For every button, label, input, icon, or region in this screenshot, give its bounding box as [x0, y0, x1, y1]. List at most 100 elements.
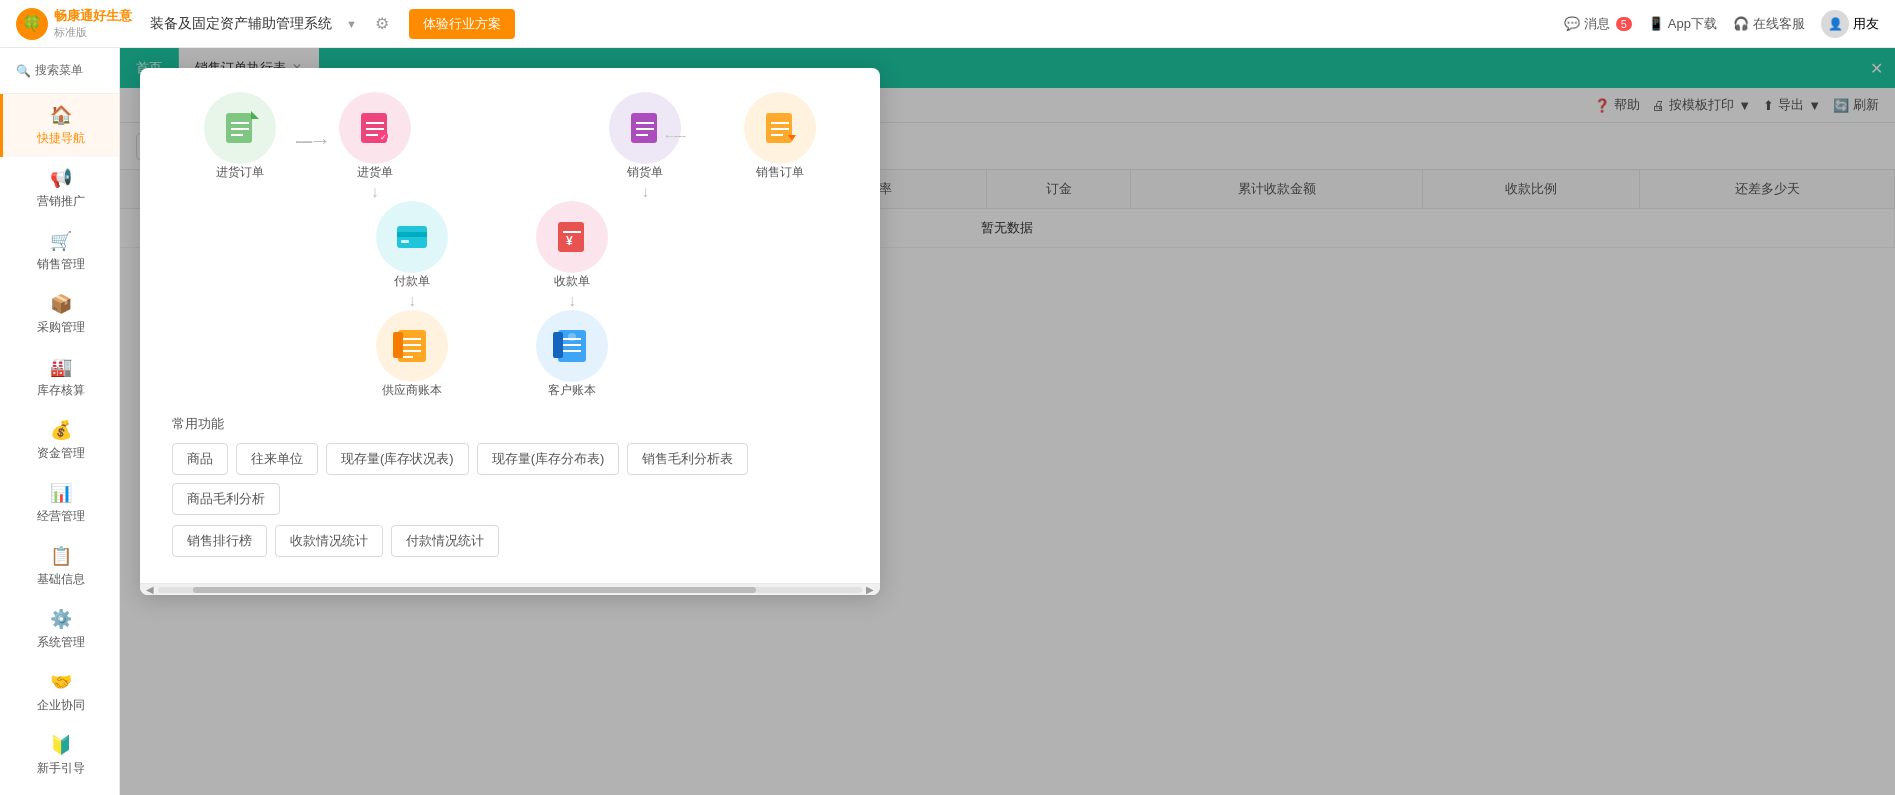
system-dropdown-icon[interactable]: ▼ [346, 18, 357, 30]
avatar: 👤 [1821, 10, 1849, 38]
logo-text: 畅康通好生意 标准版 [54, 8, 132, 39]
sidebar-item-operation[interactable]: 📊 经营管理 [0, 472, 119, 535]
app-download-label: App下载 [1668, 15, 1717, 33]
flow-supplier-account: 供应商账本 [332, 310, 492, 399]
newbie-icon: 🔰 [50, 734, 72, 756]
sidebar-label-marketing: 营销推广 [37, 193, 85, 210]
sidebar-item-newbie[interactable]: 🔰 新手引导 [0, 724, 119, 787]
payment-icon [393, 218, 431, 256]
purchase-icon: 📦 [50, 293, 72, 315]
sidebar-item-sales[interactable]: 🛒 销售管理 [0, 220, 119, 283]
sidebar-item-purchase[interactable]: 📦 采购管理 [0, 283, 119, 346]
finance-icon: 💰 [50, 419, 72, 441]
scrollbar-thumb[interactable] [193, 587, 756, 593]
phone-icon: 📱 [1648, 16, 1664, 31]
flow-sales-order-node: ←- - - 销售订单 [713, 92, 848, 181]
sales-order-node-icon [761, 109, 799, 147]
flow-purchase-receipt: ✓ 进货单 ↓ [307, 92, 442, 201]
trial-button[interactable]: 体验行业方案 [409, 9, 515, 39]
func-buttons-row1: 商品 往来单位 现存量(库存状况表) 现存量(库存分布表) 销售毛利分析表 商品… [172, 443, 848, 515]
sidebar-label-newbie: 新手引导 [37, 760, 85, 777]
scroll-right-icon[interactable]: ▶ [862, 584, 878, 595]
search-menu-button[interactable]: 🔍 搜索菜单 [8, 58, 111, 83]
sidebar-label-inventory: 库存核算 [37, 382, 85, 399]
flow-modal: 进货订单 - - -→ [140, 68, 880, 595]
sidebar-search-area[interactable]: 🔍 搜索菜单 [0, 48, 119, 94]
purchase-receipt-circle[interactable]: ✓ [339, 92, 411, 164]
flow-sale-order: 销货单 ↓ [578, 92, 713, 201]
dashed-left-arrow: ←- - - [663, 128, 684, 143]
purchase-order-circle[interactable] [204, 92, 276, 164]
sales-order-node-label: 销售订单 [756, 164, 804, 181]
sale-order-label: 销货单 [627, 164, 663, 181]
func-btn-receipt-stat[interactable]: 收款情况统计 [275, 525, 383, 557]
modal-scrollbar[interactable]: ◀ ▶ [140, 583, 880, 595]
func-btn-sales-gross[interactable]: 销售毛利分析表 [627, 443, 748, 475]
flow-receipt: ¥ 收款单 ↓ [492, 201, 652, 310]
system-icon: ⚙️ [50, 608, 72, 630]
app-download-action[interactable]: 📱 App下载 [1648, 15, 1717, 33]
func-btn-goods-gross[interactable]: 商品毛利分析 [172, 483, 280, 515]
sidebar-item-finance[interactable]: 💰 资金管理 [0, 409, 119, 472]
scroll-left-icon[interactable]: ◀ [142, 584, 158, 595]
svg-marker-4 [251, 111, 259, 119]
sales-order-node-circle[interactable] [744, 92, 816, 164]
sidebar-item-inventory[interactable]: 🏭 库存核算 [0, 346, 119, 409]
svg-rect-21 [397, 232, 427, 237]
modal-body: 进货订单 - - -→ [140, 68, 880, 583]
flow-purchase-order: 进货订单 - - -→ [172, 92, 307, 181]
basic-icon: 📋 [50, 545, 72, 567]
header-right: 💬 消息 5 📱 App下载 🎧 在线客服 👤 用友 [1564, 10, 1879, 38]
main-layout: 🔍 搜索菜单 🏠 快捷导航 📢 营销推广 🛒 销售管理 📦 采购管理 🏭 库存核… [0, 48, 1895, 795]
message-action[interactable]: 💬 消息 5 [1564, 15, 1632, 33]
svg-point-36 [568, 333, 576, 341]
supplier-account-icon [393, 327, 431, 365]
operation-icon: 📊 [50, 482, 72, 504]
common-func-title: 常用功能 [172, 415, 848, 433]
logo-line1: 畅康通好生意 [54, 8, 132, 25]
svg-rect-37 [553, 332, 563, 358]
search-menu-label: 搜索菜单 [35, 62, 83, 79]
supplier-account-label: 供应商账本 [382, 382, 442, 399]
sidebar-item-basic[interactable]: 📋 基础信息 [0, 535, 119, 598]
top-header: 🍀 畅康通好生意 标准版 装备及固定资产辅助管理系统 ▼ ⚙ 体验行业方案 💬 … [0, 0, 1895, 48]
logo-area: 🍀 畅康通好生意 标准版 [16, 8, 132, 40]
search-icon: 🔍 [16, 64, 31, 78]
func-btn-partners[interactable]: 往来单位 [236, 443, 318, 475]
receipt-circle[interactable]: ¥ [536, 201, 608, 273]
customer-account-icon [553, 327, 591, 365]
arrow-receipt-order-down: ↓ [568, 292, 576, 310]
sidebar-item-marketing[interactable]: 📢 营销推广 [0, 157, 119, 220]
content-area: 首页 销售订单执行表 ✕ ✕ ❓ 帮助 🖨 按模板打印 [120, 48, 1895, 795]
common-functions-section: 常用功能 商品 往来单位 现存量(库存状况表) 现存量(库存分布表) 销售毛利分… [172, 415, 848, 557]
user-avatar-area[interactable]: 👤 用友 [1821, 10, 1879, 38]
svg-rect-31 [393, 332, 403, 358]
online-service-action[interactable]: 🎧 在线客服 [1733, 15, 1805, 33]
sidebar-item-system[interactable]: ⚙️ 系统管理 [0, 598, 119, 661]
logo-line2: 标准版 [54, 25, 132, 39]
settings-icon[interactable]: ⚙ [375, 14, 389, 33]
purchase-receipt-label: 进货单 [357, 164, 393, 181]
func-btn-goods[interactable]: 商品 [172, 443, 228, 475]
sidebar-label-operation: 经营管理 [37, 508, 85, 525]
purchase-receipt-icon: ✓ [356, 109, 394, 147]
customer-account-label: 客户账本 [548, 382, 596, 399]
sidebar-item-quick-guide[interactable]: 🏠 快捷导航 [0, 94, 119, 157]
func-buttons-row2: 销售排行榜 收款情况统计 付款情况统计 [172, 525, 848, 557]
system-title: 装备及固定资产辅助管理系统 [150, 15, 332, 33]
user-name: 用友 [1853, 15, 1879, 33]
sales-icon: 🛒 [50, 230, 72, 252]
logo-icon: 🍀 [16, 8, 48, 40]
func-btn-inventory-dist[interactable]: 现存量(库存分布表) [477, 443, 620, 475]
sidebar-item-enterprise[interactable]: 🤝 企业协同 [0, 661, 119, 724]
flow-payment: 付款单 ↓ [332, 201, 492, 310]
scrollbar-track[interactable] [158, 587, 862, 593]
supplier-account-circle[interactable] [376, 310, 448, 382]
func-btn-sales-rank[interactable]: 销售排行榜 [172, 525, 267, 557]
receipt-label: 收款单 [554, 273, 590, 290]
payment-circle[interactable] [376, 201, 448, 273]
sidebar-label-purchase: 采购管理 [37, 319, 85, 336]
customer-account-circle[interactable] [536, 310, 608, 382]
func-btn-payment-stat[interactable]: 付款情况统计 [391, 525, 499, 557]
func-btn-inventory-status[interactable]: 现存量(库存状况表) [326, 443, 469, 475]
